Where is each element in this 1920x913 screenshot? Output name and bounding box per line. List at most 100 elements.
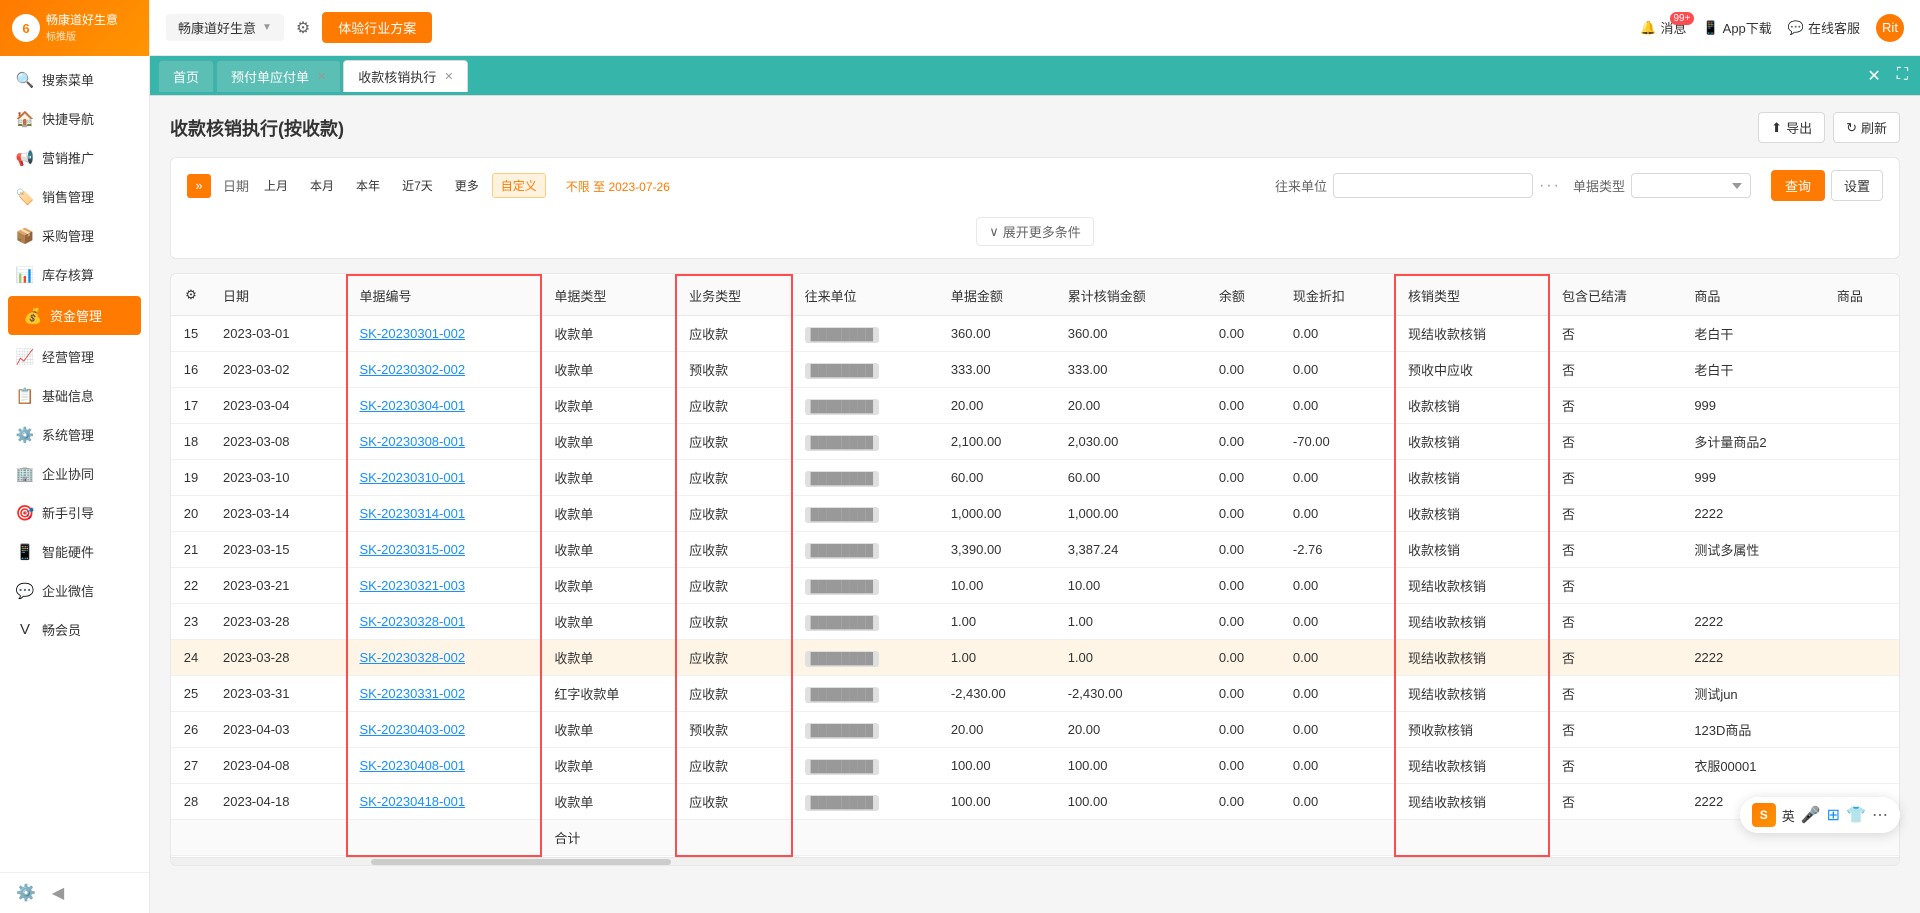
gear-icon[interactable]: ⚙ — [296, 18, 310, 38]
settings-bottom-icon[interactable]: ⚙️ — [16, 883, 36, 903]
sidebar-item-marketing[interactable]: 📢 营销推广 — [0, 138, 149, 177]
tab-home-label: 首页 — [173, 67, 199, 86]
voucher-link[interactable]: SK-20230310-001 — [360, 470, 466, 485]
table-header-row: ⚙ 日期 单据编号 单据类型 业务类型 往来单位 单据金额 累计核销金额 余额 … — [171, 275, 1899, 316]
sidebar-item-vip[interactable]: V 畅会员 — [0, 610, 149, 649]
sidebar-item-system[interactable]: ⚙️ 系统管理 — [0, 415, 149, 454]
close-tab-pre-payment[interactable]: ✕ — [317, 70, 326, 83]
this-month-btn[interactable]: 本月 — [301, 173, 343, 198]
sidebar-label-quick-nav: 快捷导航 — [42, 109, 94, 128]
app-download-button[interactable]: 📱 App下载 — [1702, 18, 1771, 37]
close-tab-payment-exec[interactable]: ✕ — [444, 70, 453, 83]
expand-conditions-button[interactable]: ∨ 展开更多条件 — [976, 217, 1094, 246]
col-settings[interactable]: ⚙ — [171, 275, 211, 316]
horizontal-scrollbar[interactable] — [171, 857, 1899, 865]
last-month-btn[interactable]: 上月 — [255, 173, 297, 198]
query-button[interactable]: 查询 — [1771, 170, 1825, 201]
sidebar-item-hardware[interactable]: 📱 智能硬件 — [0, 532, 149, 571]
sidebar-label-operation: 经营管理 — [42, 347, 94, 366]
sidebar-label-search: 搜索菜单 — [42, 70, 94, 89]
sidebar-item-basic[interactable]: 📋 基础信息 — [0, 376, 149, 415]
table-row: 17 2023-03-04 SK-20230304-001 收款单 应收款 ██… — [171, 388, 1899, 424]
filter-date-group: 日期 上月 本月 本年 近7天 更多 自定义 — [223, 173, 546, 198]
brand-selector[interactable]: 畅康道好生意 ▼ — [166, 14, 284, 41]
voucher-link[interactable]: SK-20230418-001 — [360, 794, 466, 809]
voucher-link[interactable]: SK-20230328-002 — [360, 650, 466, 665]
table-row: 15 2023-03-01 SK-20230301-002 收款单 应收款 ██… — [171, 316, 1899, 352]
sidebar-label-enterprise: 企业协同 — [42, 464, 94, 483]
voucher-type-select[interactable]: 收款单 红字收款单 — [1631, 173, 1751, 198]
table-row: 21 2023-03-15 SK-20230315-002 收款单 应收款 ██… — [171, 532, 1899, 568]
custom-date-btn[interactable]: 自定义 — [492, 173, 546, 198]
voucher-link[interactable]: SK-20230301-002 — [360, 326, 466, 341]
this-year-btn[interactable]: 本年 — [347, 173, 389, 198]
voucher-link[interactable]: SK-20230314-001 — [360, 506, 466, 521]
date-range-display: 不限 至 2023-07-26 — [566, 178, 1263, 195]
sidebar-label-sales: 销售管理 — [42, 187, 94, 206]
sidebar-item-enterprise[interactable]: 🏢 企业协同 — [0, 454, 149, 493]
sidebar-item-operation[interactable]: 📈 经营管理 — [0, 337, 149, 376]
col-cash-discount: 现金折扣 — [1281, 275, 1395, 316]
sidebar-item-quick-nav[interactable]: 🏠 快捷导航 — [0, 99, 149, 138]
more-tools-icon[interactable]: ⋯ — [1872, 805, 1888, 825]
settings-button[interactable]: 设置 — [1831, 170, 1883, 201]
box-icon: 📦 — [16, 227, 34, 245]
partner-more-icon[interactable]: ··· — [1539, 177, 1561, 195]
voucher-link[interactable]: SK-20230331-002 — [360, 686, 466, 701]
brand-label: 畅康道好生意 — [178, 18, 256, 37]
online-service-button[interactable]: 💬 在线客服 — [1788, 18, 1860, 37]
brand-badge: 标推版 — [46, 28, 118, 43]
voucher-link[interactable]: SK-20230328-001 — [360, 614, 466, 629]
refresh-button[interactable]: ↻ 刷新 — [1833, 112, 1900, 143]
table-row: 26 2023-04-03 SK-20230403-002 收款单 预收款 ██… — [171, 712, 1899, 748]
sogou-logo: S — [1752, 803, 1776, 827]
voucher-link[interactable]: SK-20230403-002 — [360, 722, 466, 737]
voucher-link[interactable]: SK-20230302-002 — [360, 362, 466, 377]
sidebar-item-sales[interactable]: 🏷️ 销售管理 — [0, 177, 149, 216]
bell-icon: 🔔 — [1640, 20, 1656, 36]
date-quick-buttons: 上月 本月 本年 近7天 更多 自定义 — [255, 173, 546, 198]
close-tab-icon[interactable]: ✕ — [1863, 62, 1884, 90]
tabbar-actions: ✕ ⛶ — [1863, 62, 1912, 90]
grid-icon[interactable]: ⊞ — [1827, 805, 1840, 825]
sidebar-item-search[interactable]: 🔍 搜索菜单 — [0, 60, 149, 99]
sidebar-item-inventory[interactable]: 📊 库存核算 — [0, 255, 149, 294]
solution-button[interactable]: 体验行业方案 — [322, 12, 432, 43]
voucher-link[interactable]: SK-20230308-001 — [360, 434, 466, 449]
page-header: 收款核销执行(按收款) ⬆ 导出 ↻ 刷新 — [170, 112, 1900, 143]
notification-button[interactable]: 🔔 消息 99+ — [1640, 18, 1686, 37]
voucher-type-label: 单据类型 — [1573, 176, 1625, 195]
voucher-link[interactable]: SK-20230315-002 — [360, 542, 466, 557]
scrollbar-thumb[interactable] — [371, 859, 671, 865]
chevron-down-icon: ▼ — [262, 22, 272, 33]
voucher-link[interactable]: SK-20230408-001 — [360, 758, 466, 773]
tab-payment-exec[interactable]: 收款核销执行 ✕ — [343, 60, 468, 92]
tab-home[interactable]: 首页 — [158, 60, 214, 92]
sidebar: 6 畅康道好生意 标推版 🔍 搜索菜单 🏠 快捷导航 📢 营销推广 🏷️ 销售管… — [0, 0, 150, 913]
col-cumulative: 累计核销金额 — [1056, 275, 1207, 316]
sidebar-label-basic: 基础信息 — [42, 386, 94, 405]
table-row: 19 2023-03-10 SK-20230310-001 收款单 应收款 ██… — [171, 460, 1899, 496]
maximize-icon[interactable]: ⛶ — [1893, 62, 1912, 90]
avatar[interactable]: Rit — [1876, 14, 1904, 42]
export-button[interactable]: ⬆ 导出 — [1758, 112, 1825, 143]
more-date-btn[interactable]: 更多 — [446, 173, 488, 198]
refresh-icon: ↻ — [1846, 120, 1857, 136]
table-total-row: 合计 — [171, 820, 1899, 856]
tab-pre-payment[interactable]: 预付单应付单 ✕ — [216, 60, 341, 92]
sidebar-item-purchase[interactable]: 📦 采购管理 — [0, 216, 149, 255]
table-row: 22 2023-03-21 SK-20230321-003 收款单 应收款 ██… — [171, 568, 1899, 604]
sidebar-item-guide[interactable]: 🎯 新手引导 — [0, 493, 149, 532]
voucher-link[interactable]: SK-20230304-001 — [360, 398, 466, 413]
filter-toggle-button[interactable]: » — [187, 174, 211, 198]
wechat-icon: 💬 — [16, 582, 34, 600]
notification-badge: 99+ — [1670, 12, 1695, 25]
last-7-days-btn[interactable]: 近7天 — [393, 173, 442, 198]
shirt-icon[interactable]: 👕 — [1846, 805, 1866, 825]
sidebar-item-wechat[interactable]: 💬 企业微信 — [0, 571, 149, 610]
voucher-link[interactable]: SK-20230321-003 — [360, 578, 466, 593]
partner-input[interactable] — [1333, 173, 1533, 198]
sidebar-item-finance[interactable]: 💰 资金管理 — [8, 296, 141, 335]
mic-icon[interactable]: 🎤 — [1801, 805, 1821, 825]
collapse-icon[interactable]: ◀ — [52, 883, 64, 903]
